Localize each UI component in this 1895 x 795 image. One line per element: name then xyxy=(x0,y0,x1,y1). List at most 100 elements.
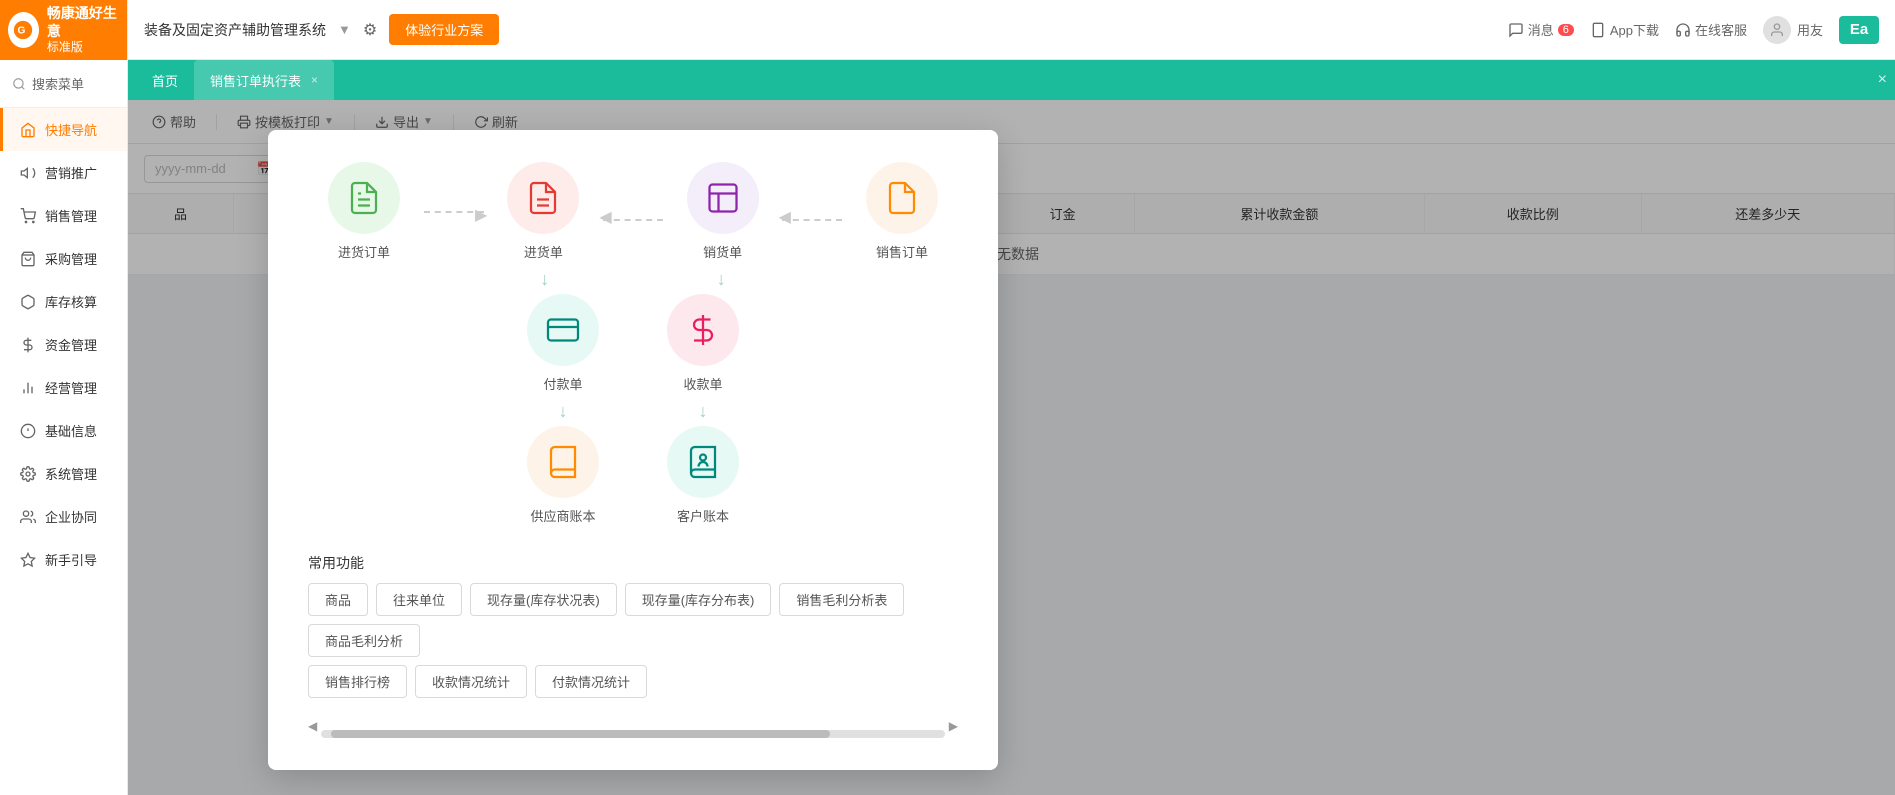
experience-btn[interactable]: 体验行业方案 xyxy=(389,14,499,45)
sidebar-item-label: 快捷导航 xyxy=(45,120,97,139)
ea-badge[interactable]: Ea xyxy=(1839,16,1879,44)
brand-sub: 标准版 xyxy=(47,40,119,56)
sales-circle xyxy=(687,162,759,234)
arrow-left-1: ◀ xyxy=(599,179,666,245)
btn-payment-stats[interactable]: 付款情况统计 xyxy=(535,665,647,698)
sidebar-item-inventory[interactable]: 库存核算 xyxy=(0,280,127,323)
scroll-left-btn[interactable]: ◀ xyxy=(308,719,317,733)
common-btns-row-1: 商品 往来单位 现存量(库存状况表) 现存量(库存分布表) 销售毛利分析表 商品… xyxy=(308,583,958,657)
flow-item-payment[interactable]: 付款单 xyxy=(498,294,628,393)
tabbar-close-all-btn[interactable]: × xyxy=(1878,71,1887,89)
down-arrow-sales: ↓ xyxy=(661,269,782,290)
purchase-circle xyxy=(507,162,579,234)
sidebar-item-label: 营销推广 xyxy=(45,163,97,182)
svg-text:G: G xyxy=(18,26,26,37)
sidebar-item-label: 经营管理 xyxy=(45,378,97,397)
modal-overlay[interactable]: 进货订单 ▶ 进 xyxy=(128,100,1895,795)
topbar-settings-icon[interactable]: ⚙ xyxy=(363,20,377,40)
flow-item-purchase-order[interactable]: 进货订单 xyxy=(308,162,420,261)
sidebar-search[interactable]: 搜索菜单 xyxy=(0,60,127,108)
search-menu-label: 搜索菜单 xyxy=(32,74,84,93)
online-service-label: 在线客服 xyxy=(1695,20,1747,39)
info-icon xyxy=(19,422,37,440)
btn-stock-dist[interactable]: 现存量(库存分布表) xyxy=(625,583,772,616)
online-service-item[interactable]: 在线客服 xyxy=(1675,20,1747,39)
download-icon xyxy=(1590,22,1606,38)
sales-label: 销货单 xyxy=(703,242,742,261)
tab-home[interactable]: 首页 xyxy=(136,60,194,100)
guide-icon xyxy=(19,551,37,569)
btn-stock-status[interactable]: 现存量(库存状况表) xyxy=(470,583,617,616)
sidebar-item-operations[interactable]: 经营管理 xyxy=(0,366,127,409)
app-download-label: App下载 xyxy=(1610,20,1659,39)
flow-item-receipt[interactable]: 收款单 xyxy=(638,294,768,393)
sidebar-item-label: 基础信息 xyxy=(45,421,97,440)
system-dropdown-arrow[interactable]: ▼ xyxy=(338,22,351,37)
supplier-ledger-label: 供应商账本 xyxy=(530,506,595,525)
home-icon xyxy=(19,121,37,139)
flow-item-sales[interactable]: 销货单 xyxy=(667,162,779,261)
sidebar-item-collab[interactable]: 企业协同 xyxy=(0,495,127,538)
btn-product-margin[interactable]: 商品毛利分析 xyxy=(308,624,420,657)
customer-ledger-label: 客户账本 xyxy=(677,506,729,525)
flow-item-purchase[interactable]: 进货单 xyxy=(487,162,599,261)
purchase-label: 进货单 xyxy=(524,242,563,261)
sales-order-circle xyxy=(866,162,938,234)
btn-sales-rank[interactable]: 销售排行榜 xyxy=(308,665,407,698)
common-title: 常用功能 xyxy=(308,553,958,573)
main-area: 装备及固定资产辅助管理系统 ▼ ⚙ 体验行业方案 消息 6 App下载 在线客服 xyxy=(128,0,1895,795)
btn-product[interactable]: 商品 xyxy=(308,583,368,616)
system-name: 装备及固定资产辅助管理系统 xyxy=(144,20,326,40)
users-icon xyxy=(19,508,37,526)
tab-home-label: 首页 xyxy=(152,71,178,90)
message-item[interactable]: 消息 6 xyxy=(1508,20,1574,39)
flow-item-sales-order[interactable]: 销售订单 xyxy=(846,162,958,261)
search-menu-button[interactable]: 搜索菜单 xyxy=(8,68,119,99)
tabbar: 首页 销售订单执行表 × × xyxy=(128,60,1895,100)
message-icon xyxy=(1508,22,1524,38)
sidebar-item-guide[interactable]: 新手引导 xyxy=(0,538,127,581)
content-area: 帮助 按模板打印 ▼ 导出 ▼ 刷新 xyxy=(128,100,1895,795)
flow-section: 进货订单 ▶ 进 xyxy=(308,162,958,533)
sidebar-item-marketing[interactable]: 营销推广 xyxy=(0,151,127,194)
chart-icon xyxy=(19,379,37,397)
common-btns-row-2: 销售排行榜 收款情况统计 付款情况统计 xyxy=(308,665,958,698)
sidebar-item-label: 库存核算 xyxy=(45,292,97,311)
tab-sales-order[interactable]: 销售订单执行表 × xyxy=(194,60,334,100)
flow-item-supplier-ledger[interactable]: 供应商账本 xyxy=(498,426,628,525)
sales-order-label: 销售订单 xyxy=(876,242,928,261)
app-download-item[interactable]: App下载 xyxy=(1590,20,1659,39)
sidebar-item-finance[interactable]: 资金管理 xyxy=(0,323,127,366)
receipt-circle xyxy=(667,294,739,366)
sidebar-item-sales[interactable]: 销售管理 xyxy=(0,194,127,237)
brand-name: 畅康通好生意 xyxy=(47,4,119,40)
btn-partners[interactable]: 往来单位 xyxy=(376,583,462,616)
modal-scrollbar[interactable] xyxy=(321,730,945,738)
sidebar-item-system[interactable]: 系统管理 xyxy=(0,452,127,495)
sidebar-item-label: 采购管理 xyxy=(45,249,97,268)
flow-row-2: 付款单 收款单 xyxy=(308,294,958,393)
tab-sales-order-label: 销售订单执行表 xyxy=(210,71,301,90)
sidebar-item-label: 销售管理 xyxy=(45,206,97,225)
sidebar-item-label: 系统管理 xyxy=(45,464,97,483)
gear-icon xyxy=(19,465,37,483)
flow-item-customer-ledger[interactable]: 客户账本 xyxy=(638,426,768,525)
sidebar-item-quick-nav[interactable]: 快捷导航 xyxy=(0,108,127,151)
money-icon xyxy=(19,336,37,354)
sidebar-item-basic-info[interactable]: 基础信息 xyxy=(0,409,127,452)
user-area[interactable]: 用友 xyxy=(1763,16,1823,44)
avatar xyxy=(1763,16,1791,44)
sidebar-item-purchase[interactable]: 采购管理 xyxy=(0,237,127,280)
btn-sales-margin[interactable]: 销售毛利分析表 xyxy=(779,583,904,616)
box-icon xyxy=(19,293,37,311)
sidebar-logo: G 畅康通好生意 标准版 xyxy=(0,0,127,60)
tab-close-btn[interactable]: × xyxy=(311,73,318,87)
scroll-right-btn[interactable]: ▶ xyxy=(949,719,958,733)
btn-receipt-stats[interactable]: 收款情况统计 xyxy=(415,665,527,698)
down-arrow-payment: ↓ xyxy=(498,401,628,422)
down-arrow-purchase: ↓ xyxy=(484,269,605,290)
sidebar-nav: 快捷导航 营销推广 销售管理 采购管理 xyxy=(0,108,127,795)
message-badge: 6 xyxy=(1558,24,1574,36)
sidebar-item-label: 资金管理 xyxy=(45,335,97,354)
arrow-right-1: ▶ xyxy=(420,175,487,249)
